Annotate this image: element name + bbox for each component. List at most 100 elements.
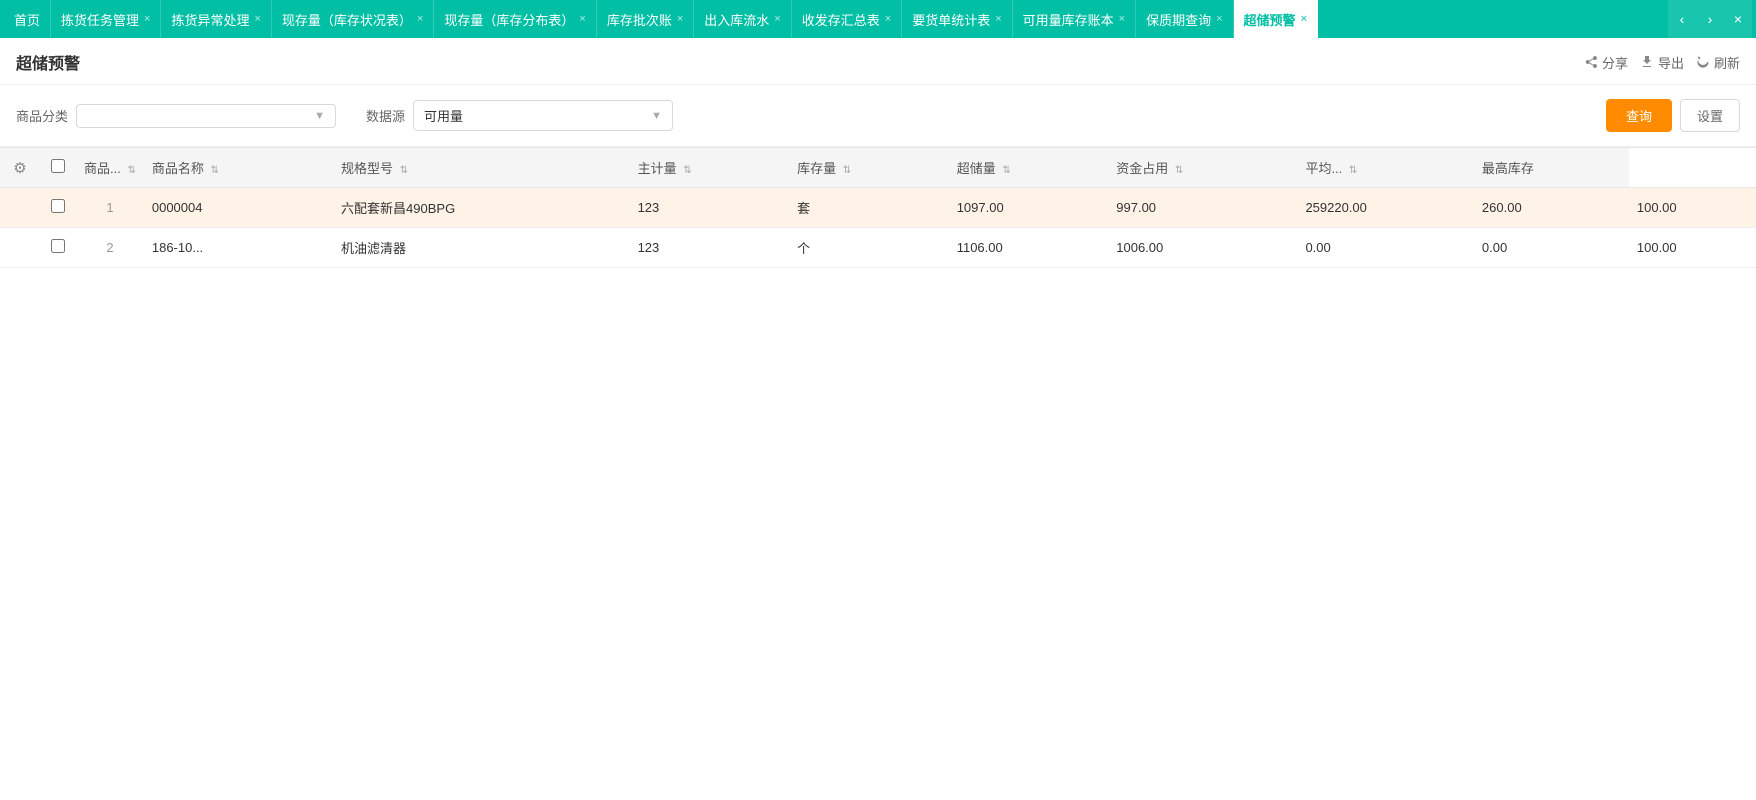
nav-quality-check[interactable]: 保质期查询 × <box>1136 0 1233 38</box>
nav-arrows: ‹ › × <box>1668 0 1752 38</box>
sort-overstock: ⇅ <box>1002 165 1010 176</box>
row-settings-cell <box>0 228 40 268</box>
nav-inventory-status[interactable]: 现存量（库存状况表） × <box>272 0 434 38</box>
select-all-checkbox[interactable] <box>51 159 65 173</box>
row-index: 1 <box>76 188 144 228</box>
row-index: 2 <box>76 228 144 268</box>
sort-capital: ⇅ <box>1175 165 1183 176</box>
row-check-cell <box>40 228 76 268</box>
row-spec: 123 <box>630 228 790 268</box>
top-nav: 首页 拣货任务管理 × 拣货异常处理 × 现存量（库存状况表） × 现存量（库存… <box>0 0 1756 38</box>
nav-order-stats[interactable]: 要货单统计表 × <box>902 0 1012 38</box>
col-header-product-name[interactable]: 商品名称 ⇅ <box>144 148 333 188</box>
datasource-value: 可用量 <box>424 106 463 125</box>
sort-avg: ⇅ <box>1349 165 1357 176</box>
export-label: 导出 <box>1658 53 1684 72</box>
col-header-stock[interactable]: 库存量 ⇅ <box>789 148 949 188</box>
row-unit: 个 <box>789 228 949 268</box>
page-title: 超储预警 <box>16 50 80 74</box>
refresh-button[interactable]: 刷新 <box>1696 53 1740 72</box>
close-order-stats[interactable]: × <box>995 13 1001 25</box>
col-header-check <box>40 148 76 188</box>
row-capital: 259220.00 <box>1297 188 1473 228</box>
table-container: ⚙ 商品... ⇅ 商品名称 ⇅ 规格型号 ⇅ <box>0 147 1756 268</box>
nav-home[interactable]: 首页 <box>4 0 51 38</box>
sort-product-code: ⇅ <box>127 165 135 176</box>
close-quality-check[interactable]: × <box>1216 13 1222 25</box>
refresh-label: 刷新 <box>1714 53 1740 72</box>
nav-next[interactable]: › <box>1696 0 1724 38</box>
row-spec: 123 <box>630 188 790 228</box>
nav-inventory-dist[interactable]: 现存量（库存分布表） × <box>434 0 596 38</box>
row-check-cell <box>40 188 76 228</box>
gear-icon[interactable]: ⚙ <box>13 160 26 177</box>
nav-flow[interactable]: 出入库流水 × <box>694 0 791 38</box>
page-header: 超储预警 分享 导出 刷新 <box>0 38 1756 85</box>
col-header-unit[interactable]: 主计量 ⇅ <box>630 148 790 188</box>
data-table: ⚙ 商品... ⇅ 商品名称 ⇅ 规格型号 ⇅ <box>0 147 1756 268</box>
filter-row: 商品分类 ▼ 数据源 可用量 ▼ 查询 设置 <box>0 85 1756 147</box>
product-category-group: 商品分类 ▼ <box>16 104 336 128</box>
nav-abnormal[interactable]: 拣货异常处理 × <box>161 0 271 38</box>
row-product-code: 186-10... <box>144 228 333 268</box>
header-actions: 分享 导出 刷新 <box>1584 53 1740 72</box>
row-stock: 1097.00 <box>949 188 1109 228</box>
col-header-capital[interactable]: 资金占用 ⇅ <box>1108 148 1297 188</box>
filter-actions: 查询 设置 <box>1606 99 1740 132</box>
row-max-stock: 100.00 <box>1629 228 1756 268</box>
nav-available-account[interactable]: 可用量库存账本 × <box>1013 0 1136 38</box>
export-button[interactable]: 导出 <box>1640 53 1684 72</box>
row-checkbox[interactable] <box>51 239 65 253</box>
nav-batch-account[interactable]: 库存批次账 × <box>597 0 694 38</box>
nav-overstock-alert[interactable]: 超储预警 × <box>1234 0 1318 38</box>
col-header-avg[interactable]: 平均... ⇅ <box>1297 148 1473 188</box>
col-header-overstock[interactable]: 超储量 ⇅ <box>949 148 1109 188</box>
nav-task-mgmt[interactable]: 拣货任务管理 × <box>51 0 161 38</box>
row-product-code: 0000004 <box>144 188 333 228</box>
close-batch-account[interactable]: × <box>677 13 683 25</box>
row-unit: 套 <box>789 188 949 228</box>
row-stock: 1106.00 <box>949 228 1109 268</box>
share-button[interactable]: 分享 <box>1584 53 1628 72</box>
datasource-arrow: ▼ <box>651 110 662 122</box>
close-inventory-status[interactable]: × <box>417 13 423 25</box>
datasource-group: 数据源 可用量 ▼ <box>366 100 673 131</box>
close-flow[interactable]: × <box>774 13 780 25</box>
product-category-arrow: ▼ <box>314 110 325 122</box>
sort-stock: ⇅ <box>843 165 851 176</box>
share-label: 分享 <box>1602 53 1628 72</box>
nav-prev[interactable]: ‹ <box>1668 0 1696 38</box>
main-content: 超储预警 分享 导出 刷新 商品 <box>0 38 1756 800</box>
close-receipt-summary[interactable]: × <box>885 13 891 25</box>
settings-button[interactable]: 设置 <box>1680 99 1740 132</box>
col-header-settings: ⚙ <box>0 148 40 188</box>
refresh-icon <box>1696 55 1710 69</box>
close-abnormal[interactable]: × <box>254 13 260 25</box>
col-header-product-code[interactable]: 商品... ⇅ <box>76 148 144 188</box>
close-inventory-dist[interactable]: × <box>579 13 585 25</box>
nav-close-all[interactable]: × <box>1724 0 1752 38</box>
row-avg: 260.00 <box>1474 188 1629 228</box>
sort-product-name: ⇅ <box>211 165 219 176</box>
row-product-name: 六配套新昌490BPG <box>333 188 630 228</box>
col-header-max-stock[interactable]: 最高库存 <box>1474 148 1629 188</box>
close-overstock-alert[interactable]: × <box>1301 13 1307 25</box>
export-icon <box>1640 55 1654 69</box>
close-available-account[interactable]: × <box>1119 13 1125 25</box>
row-avg: 0.00 <box>1474 228 1629 268</box>
row-max-stock: 100.00 <box>1629 188 1756 228</box>
row-overstock: 1006.00 <box>1108 228 1297 268</box>
product-category-select[interactable]: ▼ <box>76 104 336 128</box>
query-button[interactable]: 查询 <box>1606 99 1672 132</box>
share-icon <box>1584 55 1598 69</box>
nav-receipt-summary[interactable]: 收发存汇总表 × <box>792 0 902 38</box>
col-header-spec[interactable]: 规格型号 ⇅ <box>333 148 630 188</box>
row-checkbox[interactable] <box>51 199 65 213</box>
row-overstock: 997.00 <box>1108 188 1297 228</box>
product-category-label: 商品分类 <box>16 106 68 125</box>
close-task-mgmt[interactable]: × <box>144 13 150 25</box>
datasource-select[interactable]: 可用量 ▼ <box>413 100 673 131</box>
row-settings-cell <box>0 188 40 228</box>
table-row: 1 0000004 六配套新昌490BPG 123 套 1097.00 997.… <box>0 188 1756 228</box>
sort-spec: ⇅ <box>400 165 408 176</box>
